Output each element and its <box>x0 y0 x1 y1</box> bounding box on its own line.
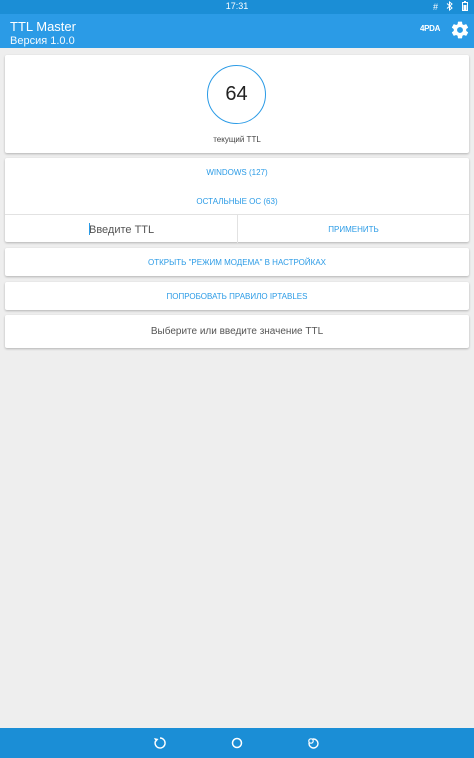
hint-card: Выберите или введите значение TTL <box>5 315 469 348</box>
ttl-value: 64 <box>225 83 248 105</box>
windows-ttl-button[interactable]: WINDOWS (127) <box>5 168 469 177</box>
ttl-value-circle: 64 <box>207 65 266 124</box>
battery-icon <box>462 1 468 13</box>
home-icon[interactable] <box>230 736 244 750</box>
bluetooth-icon <box>446 0 454 13</box>
current-ttl-card: 64 текущий TTL <box>5 55 469 153</box>
status-bar: 17:31 # <box>0 0 474 14</box>
settings-icon[interactable] <box>450 20 470 40</box>
ttl-input[interactable] <box>89 222 237 238</box>
os-selection-card: WINDOWS (127) ОСТАЛЬНЫЕ ОС (63) ПРИМЕНИТ… <box>5 158 469 243</box>
navigation-bar <box>0 728 474 758</box>
try-iptables-button[interactable]: ПОПРОБОВАТЬ ПРАВИЛО IPTABLES <box>5 282 469 310</box>
hash-icon: # <box>432 2 438 12</box>
app-version: Версия 1.0.0 <box>10 35 75 47</box>
status-time: 17:31 <box>225 1 249 11</box>
fourpda-badge[interactable]: 4PDA <box>420 24 440 33</box>
open-modem-settings-button[interactable]: ОТКРЫТЬ "РЕЖИМ МОДЕМА" В НАСТРОЙКАХ <box>5 248 469 276</box>
text-cursor <box>89 223 90 235</box>
app-title: TTL Master <box>10 19 76 34</box>
status-icons: # <box>432 0 468 13</box>
apply-button[interactable]: ПРИМЕНИТЬ <box>238 215 469 243</box>
other-os-ttl-button[interactable]: ОСТАЛЬНЫЕ ОС (63) <box>5 197 469 206</box>
back-icon[interactable] <box>153 736 167 750</box>
recents-icon[interactable] <box>306 736 320 750</box>
ttl-input-row: ПРИМЕНИТЬ <box>5 214 469 243</box>
app-bar: TTL Master Версия 1.0.0 4PDA <box>0 14 474 48</box>
ttl-caption: текущий TTL <box>213 135 261 144</box>
